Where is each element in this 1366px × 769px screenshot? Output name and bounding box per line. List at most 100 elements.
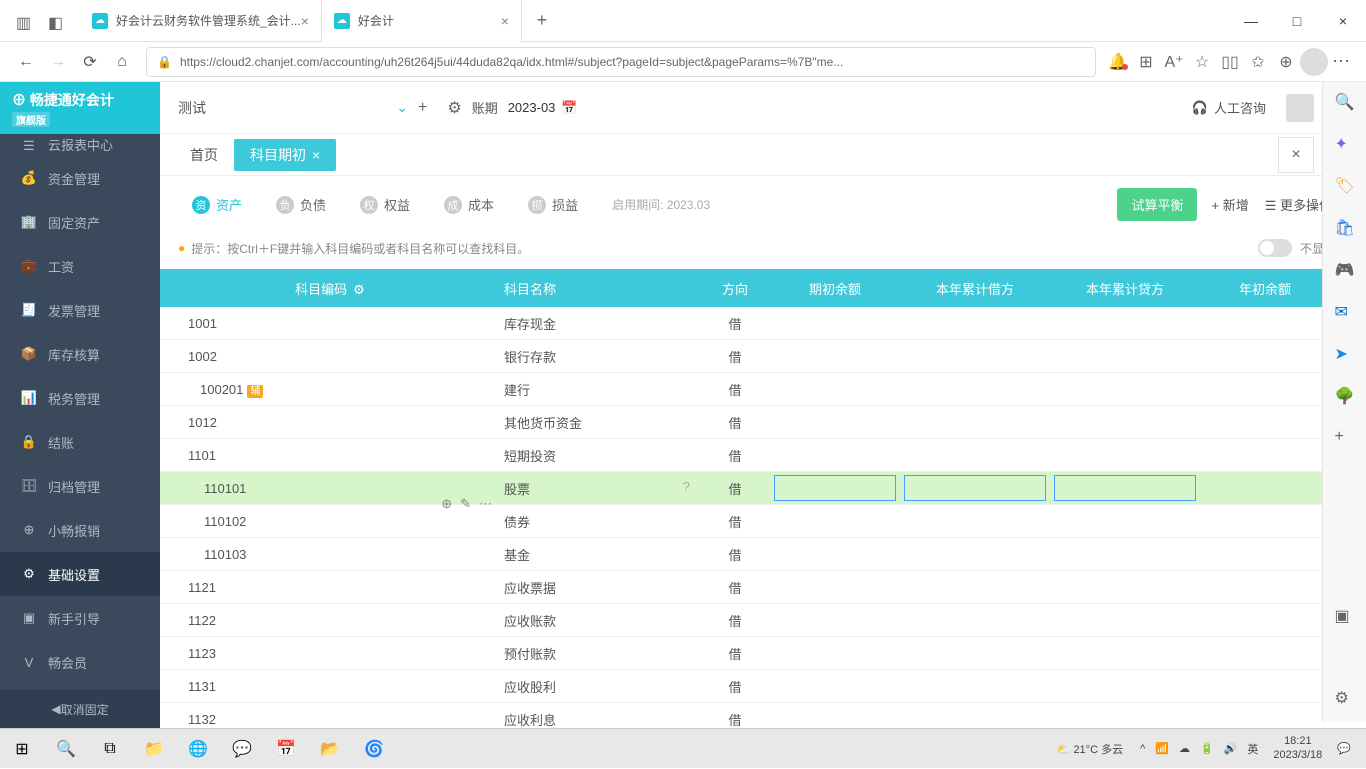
weather-widget[interactable]: ⛅ 21°C 多云 bbox=[1057, 741, 1123, 757]
sidebar-item[interactable]: 🧾发票管理 bbox=[0, 288, 160, 332]
nav-home[interactable]: ⌂ bbox=[106, 53, 138, 71]
table-row[interactable]: 100201辅建行借 bbox=[160, 373, 1366, 406]
table-row[interactable]: 1002银行存款借 bbox=[160, 340, 1366, 373]
table-row[interactable]: 1001库存现金借 bbox=[160, 307, 1366, 340]
url-input[interactable]: 🔒 https://cloud2.chanjet.com/accounting/… bbox=[146, 47, 1096, 77]
table-row[interactable]: 110102债券借 bbox=[160, 505, 1366, 538]
explorer-icon[interactable]: 📂 bbox=[308, 729, 352, 769]
more-icon[interactable]: ⋯ bbox=[479, 496, 492, 512]
nav-refresh[interactable]: ⟳ bbox=[74, 52, 106, 72]
outlook-icon[interactable]: ✉ bbox=[1335, 302, 1355, 322]
text-size-icon[interactable]: A⁺ bbox=[1160, 52, 1188, 72]
notifications-icon[interactable]: 💬 bbox=[1337, 742, 1351, 755]
battery-icon[interactable]: 🔋 bbox=[1200, 742, 1214, 755]
sidebar-item[interactable]: 🏢固定资产 bbox=[0, 200, 160, 244]
add-subject-button[interactable]: + 新增 bbox=[1211, 195, 1248, 214]
favorite-icon[interactable]: ☆ bbox=[1188, 52, 1216, 72]
sidebar-item[interactable]: 💰资金管理 bbox=[0, 156, 160, 200]
ytd-credit-input[interactable] bbox=[1054, 475, 1196, 501]
sidebar-item[interactable]: ⚙基础设置 bbox=[0, 552, 160, 596]
table-row[interactable]: 1101短期投资借 bbox=[160, 439, 1366, 472]
add-button[interactable]: + bbox=[418, 99, 427, 117]
wifi-icon[interactable]: 📶 bbox=[1155, 742, 1169, 755]
edit-icon[interactable]: ✎ bbox=[460, 496, 471, 512]
search-icon[interactable]: 🔍 bbox=[1335, 92, 1355, 112]
table-row[interactable]: 110103基金借 bbox=[160, 538, 1366, 571]
user-avatar[interactable] bbox=[1286, 94, 1314, 122]
ime-indicator[interactable]: 英 bbox=[1247, 741, 1258, 757]
tag-icon[interactable]: 🏷 bbox=[1335, 176, 1355, 196]
consult-link[interactable]: 人工咨询 bbox=[1214, 98, 1266, 117]
sidebar-item[interactable]: ☰云报表中心 bbox=[0, 134, 160, 156]
table-row[interactable]: 1123预付账款借 bbox=[160, 637, 1366, 670]
hide-disabled-toggle[interactable] bbox=[1258, 239, 1292, 257]
search-button[interactable]: 🔍 bbox=[44, 729, 88, 769]
edge-icon[interactable]: 🌀 bbox=[352, 729, 396, 769]
category-pill[interactable]: 损损益 bbox=[514, 189, 592, 221]
sidebar-item[interactable]: 💼工资 bbox=[0, 244, 160, 288]
sparkle-icon[interactable]: ✦ bbox=[1335, 134, 1355, 154]
sidebar-item[interactable]: V畅会员 bbox=[0, 640, 160, 684]
category-pill[interactable]: 资资产 bbox=[178, 189, 256, 221]
table-row[interactable]: 1012其他货币资金借 bbox=[160, 406, 1366, 439]
browser-tab[interactable]: ☁好会计云财务软件管理系统_会计...× bbox=[80, 0, 322, 42]
period-selector[interactable]: 账期 2023-03 📅 bbox=[472, 98, 578, 117]
table-row[interactable]: 110101⊕✎⋯股票?借 bbox=[160, 472, 1366, 505]
new-tab-button[interactable]: + bbox=[522, 10, 562, 31]
table-row[interactable]: 1121应收票据借 bbox=[160, 571, 1366, 604]
nav-back[interactable]: ← bbox=[10, 53, 42, 71]
clock[interactable]: 18:212023/3/18 bbox=[1273, 735, 1322, 761]
sidebar-item[interactable]: 🔒结账 bbox=[0, 420, 160, 464]
extensions-icon[interactable]: ⊞ bbox=[1132, 52, 1160, 72]
more-menu[interactable]: ⋯ bbox=[1328, 51, 1356, 72]
collections-icon[interactable]: ⊕ bbox=[1272, 52, 1300, 72]
favorites-bar-icon[interactable]: ✩ bbox=[1244, 52, 1272, 72]
table-row[interactable]: 1132应收利息借 bbox=[160, 703, 1366, 728]
browser-tab[interactable]: ☁好会计× bbox=[322, 0, 522, 42]
window-maximize[interactable]: □ bbox=[1274, 0, 1320, 42]
sidebar-item[interactable]: ▣新手引导 bbox=[0, 596, 160, 640]
close-icon[interactable]: × bbox=[301, 13, 309, 29]
category-pill[interactable]: 权权益 bbox=[346, 189, 424, 221]
split-icon[interactable]: ▯▯ bbox=[1216, 52, 1244, 72]
sidebar-item[interactable]: 📊税务管理 bbox=[0, 376, 160, 420]
tray-chevron[interactable]: ^ bbox=[1140, 743, 1145, 755]
ytd-debit-input[interactable] bbox=[904, 475, 1046, 501]
tree-icon[interactable]: 🌳 bbox=[1335, 386, 1355, 406]
window-minimize[interactable]: — bbox=[1228, 0, 1274, 42]
close-icon[interactable]: × bbox=[312, 147, 320, 163]
notification-icon[interactable]: 🔔 bbox=[1104, 52, 1132, 72]
send-icon[interactable]: ➤ bbox=[1335, 344, 1355, 364]
close-icon[interactable]: × bbox=[501, 13, 509, 29]
org-selector[interactable]: 测试⌄ bbox=[178, 98, 408, 118]
sidebar-item[interactable]: 📦库存核算 bbox=[0, 332, 160, 376]
workspace-icon[interactable]: ◧ bbox=[48, 13, 64, 29]
tab-close-all[interactable]: × bbox=[1278, 137, 1314, 173]
tab-home[interactable]: 首页 bbox=[174, 139, 234, 171]
tab-subject-opening[interactable]: 科目期初× bbox=[234, 139, 336, 171]
collapse-icon[interactable]: ▣ bbox=[1335, 606, 1355, 626]
cloud-icon[interactable]: ☁ bbox=[1179, 742, 1190, 755]
plus-icon[interactable]: + bbox=[1335, 428, 1355, 448]
taskview-button[interactable]: ⧉ bbox=[88, 729, 132, 769]
window-close[interactable]: × bbox=[1320, 0, 1366, 42]
app-folder[interactable]: 📁 bbox=[132, 729, 176, 769]
edge-settings-icon[interactable]: ⚙ bbox=[1335, 688, 1355, 708]
profile-avatar[interactable] bbox=[1300, 48, 1328, 76]
chrome-icon[interactable]: 🌐 bbox=[176, 729, 220, 769]
volume-icon[interactable]: 🔊 bbox=[1224, 742, 1238, 755]
table-row[interactable]: 1122应收账款借 bbox=[160, 604, 1366, 637]
table-row[interactable]: 1131应收股利借 bbox=[160, 670, 1366, 703]
add-child-icon[interactable]: ⊕ bbox=[441, 496, 452, 512]
start-button[interactable]: ⊞ bbox=[0, 729, 44, 769]
trial-balance-button[interactable]: 试算平衡 bbox=[1117, 188, 1197, 221]
games-icon[interactable]: 🎮 bbox=[1335, 260, 1355, 280]
opening-balance-input[interactable] bbox=[774, 475, 896, 501]
category-pill[interactable]: 成成本 bbox=[430, 189, 508, 221]
category-pill[interactable]: 负负债 bbox=[262, 189, 340, 221]
wechat-icon[interactable]: 💬 bbox=[220, 729, 264, 769]
help-icon[interactable]: ? bbox=[683, 479, 690, 498]
sidebar-toggle-icon[interactable]: ▥ bbox=[16, 13, 32, 29]
unpin-button[interactable]: ◀ 取消固定 bbox=[0, 690, 160, 728]
gear-icon[interactable]: ⚙ bbox=[353, 282, 365, 297]
